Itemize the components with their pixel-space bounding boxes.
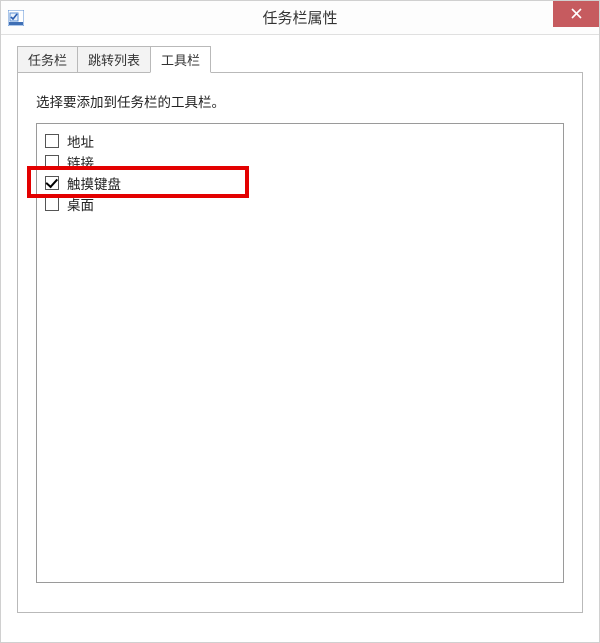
- toolbar-option-links[interactable]: 链接: [43, 151, 557, 172]
- checkbox[interactable]: [45, 197, 59, 211]
- toolbar-option-touch-keyboard[interactable]: 触摸键盘: [43, 172, 557, 193]
- checkbox[interactable]: [45, 134, 59, 148]
- tab-baseline: [17, 72, 583, 73]
- content-area: 任务栏 跳转列表 工具栏 选择要添加到任务栏的工具栏。 地址 链接: [1, 35, 599, 623]
- checkbox[interactable]: [45, 155, 59, 169]
- tab-label: 任务栏: [28, 53, 67, 68]
- option-label: 链接: [67, 152, 94, 172]
- dialog-window: 任务栏属性 任务栏 跳转列表 工具栏 选择要添加到任务栏的工具栏。: [0, 0, 600, 643]
- option-label: 桌面: [67, 194, 94, 214]
- tab-strip: 任务栏 跳转列表 工具栏: [17, 47, 583, 73]
- app-icon: [7, 9, 25, 27]
- titlebar: 任务栏属性: [1, 1, 599, 35]
- option-label: 触摸键盘: [67, 173, 121, 193]
- close-icon: [571, 7, 582, 22]
- window-title: 任务栏属性: [1, 7, 599, 28]
- option-label: 地址: [67, 131, 94, 151]
- checkbox[interactable]: [45, 176, 59, 190]
- close-button[interactable]: [553, 1, 599, 27]
- tab-toolbars[interactable]: 工具栏: [150, 46, 211, 73]
- tab-label: 工具栏: [161, 53, 200, 68]
- instruction-text: 选择要添加到任务栏的工具栏。: [36, 91, 564, 111]
- toolbar-option-address[interactable]: 地址: [43, 130, 557, 151]
- tab-taskbar[interactable]: 任务栏: [17, 46, 78, 73]
- tab-jumplist[interactable]: 跳转列表: [77, 46, 151, 73]
- tab-label: 跳转列表: [88, 53, 140, 68]
- toolbar-listbox: 地址 链接 触摸键盘 桌面: [36, 123, 564, 583]
- tab-panel-toolbars: 选择要添加到任务栏的工具栏。 地址 链接 触摸键盘 桌面: [17, 73, 583, 613]
- toolbar-option-desktop[interactable]: 桌面: [43, 193, 557, 214]
